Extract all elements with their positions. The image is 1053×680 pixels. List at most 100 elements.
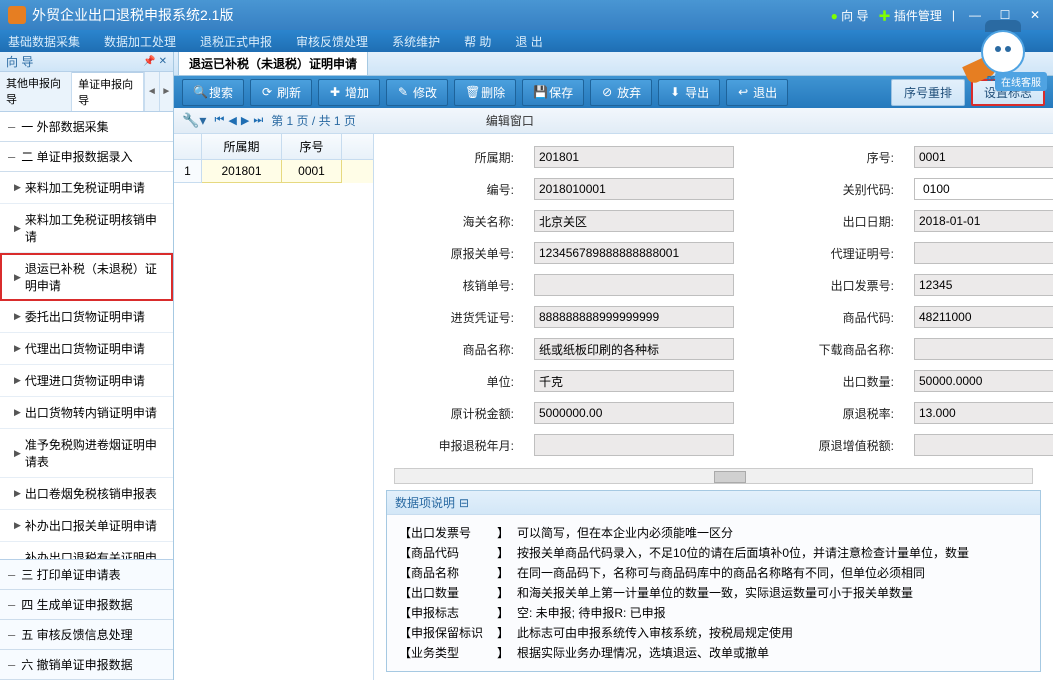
- field-sbtsym[interactable]: [534, 434, 734, 456]
- delete-button[interactable]: 🗑删除: [454, 79, 516, 106]
- lbl-ybgd: 原报关单号:: [394, 245, 514, 262]
- search-icon: 🔍: [193, 85, 205, 99]
- field-jhpz[interactable]: [534, 306, 734, 328]
- tab-other-declare[interactable]: 其他申报向导: [0, 72, 72, 111]
- lbl-goods-code: 商品代码:: [754, 309, 894, 326]
- divider: |: [952, 8, 955, 22]
- field-goods-name[interactable]: [534, 338, 734, 360]
- field-ytsl[interactable]: [914, 402, 1053, 424]
- export-icon: ⬇: [669, 85, 681, 99]
- content-tab-main[interactable]: 退运已补税（未退税）证明申请: [178, 52, 368, 75]
- field-customs-name[interactable]: [534, 210, 734, 232]
- tab-nav-left[interactable]: ◄: [144, 72, 158, 111]
- setflag-button[interactable]: 设置标志: [971, 79, 1045, 106]
- menubar: 基础数据采集 数据加工处理 退税正式申报 审核反馈处理 系统维护 帮 助 退 出: [0, 30, 1053, 52]
- field-yjsje[interactable]: [534, 402, 734, 424]
- field-export-date[interactable]: [914, 210, 1053, 232]
- nav-section-1[interactable]: —一 外部数据采集: [0, 112, 173, 142]
- nav-section-4[interactable]: —四 生成单证申报数据: [0, 590, 173, 620]
- lbl-goods-name: 商品名称:: [394, 341, 514, 358]
- field-dl-goods-name[interactable]: [914, 338, 1053, 360]
- menu-exit[interactable]: 退 出: [515, 33, 542, 50]
- menu-basic-data[interactable]: 基础数据采集: [8, 33, 80, 50]
- field-guanbie[interactable]: 0100: [914, 178, 1053, 200]
- nav-item-3[interactable]: ▶委托出口货物证明申请: [0, 301, 173, 333]
- prev-page-icon[interactable]: ◀: [226, 114, 238, 127]
- nav-item-5[interactable]: ▶代理进口货物证明申请: [0, 365, 173, 397]
- edit-button[interactable]: ✎修改: [386, 79, 448, 106]
- left-tabs: 其他申报向导 单证申报向导 ◄ ►: [0, 72, 173, 112]
- exit-button[interactable]: ↩退出: [726, 79, 788, 106]
- field-ybgd[interactable]: [534, 242, 734, 264]
- close-icon[interactable]: ✕: [1025, 7, 1045, 23]
- nav-section-3[interactable]: —三 打印单证申请表: [0, 560, 173, 590]
- grid-col-seq[interactable]: 序号: [282, 134, 342, 159]
- nav-section-5[interactable]: —五 审核反馈信息处理: [0, 620, 173, 650]
- nav-item-7[interactable]: ▶准予免税购进卷烟证明申请表: [0, 429, 173, 478]
- field-num[interactable]: [534, 178, 734, 200]
- collapse-icon[interactable]: ⊟: [459, 496, 469, 510]
- wrench-icon[interactable]: 🔧▾: [182, 112, 206, 129]
- field-goods-code[interactable]: [914, 306, 1053, 328]
- field-hexiao[interactable]: [534, 274, 734, 296]
- horizontal-scrollbar[interactable]: [394, 468, 1033, 484]
- nav-item-10[interactable]: ▶补办出口退税有关证明申请: [0, 542, 173, 559]
- menu-system[interactable]: 系统维护: [392, 33, 440, 50]
- search-button[interactable]: 🔍搜索: [182, 79, 244, 106]
- left-panel: 向 导 📌 ✕ 其他申报向导 单证申报向导 ◄ ► —一 外部数据采集 —二 单…: [0, 52, 174, 680]
- field-period[interactable]: [534, 146, 734, 168]
- reorder-button[interactable]: 序号重排: [891, 79, 965, 106]
- guide-link[interactable]: ● 向 导: [831, 7, 869, 24]
- nav-item-1[interactable]: ▶来料加工免税证明核销申请: [0, 204, 173, 253]
- field-unit[interactable]: [534, 370, 734, 392]
- nav-section-6[interactable]: —六 撤销单证申报数据: [0, 650, 173, 680]
- field-ytzzs[interactable]: [914, 434, 1053, 456]
- app-icon: [8, 6, 26, 24]
- next-page-icon[interactable]: ▶: [239, 114, 251, 127]
- content-tabs: 退运已补税（未退税）证明申请: [174, 52, 1053, 76]
- nav-bottom: —三 打印单证申请表 —四 生成单证申报数据 —五 审核反馈信息处理 —六 撤销…: [0, 559, 173, 680]
- nav-item-8[interactable]: ▶出口卷烟免税核销申报表: [0, 478, 173, 510]
- refresh-icon: ⟳: [261, 85, 273, 99]
- save-icon: 💾: [533, 85, 545, 99]
- nav-item-6[interactable]: ▶出口货物转内销证明申请: [0, 397, 173, 429]
- titlebar: 外贸企业出口退税申报系统2.1版 ● 向 导 ✚ 插件管理 | — ☐ ✕: [0, 0, 1053, 30]
- grid-col-period[interactable]: 所属期: [202, 134, 282, 159]
- nav-item-0[interactable]: ▶来料加工免税证明申请: [0, 172, 173, 204]
- nav-section-2[interactable]: —二 单证申报数据录入: [0, 142, 173, 172]
- field-export-invoice[interactable]: [914, 274, 1053, 296]
- desc-box: 数据项说明⊟ 【出口发票号】可以简写，但在本企业内必须能唯一区分 【商品代码】按…: [386, 490, 1041, 672]
- refresh-button[interactable]: ⟳刷新: [250, 79, 312, 106]
- field-proxy-cert[interactable]: [914, 242, 1053, 264]
- field-seq[interactable]: [914, 146, 1053, 168]
- nav-item-4[interactable]: ▶代理出口货物证明申请: [0, 333, 173, 365]
- pin-icon[interactable]: 📌 ✕: [143, 56, 167, 67]
- desc-body: 【出口发票号】可以简写，但在本企业内必须能唯一区分 【商品代码】按报关单商品代码…: [387, 515, 1040, 671]
- maximize-icon[interactable]: ☐: [995, 7, 1015, 23]
- menu-help[interactable]: 帮 助: [464, 33, 491, 50]
- tab-cert-declare[interactable]: 单证申报向导: [72, 72, 144, 111]
- menu-formal-declare[interactable]: 退税正式申报: [200, 33, 272, 50]
- discard-button[interactable]: ⊘放弃: [590, 79, 652, 106]
- grid-row[interactable]: 1 201801 0001: [174, 160, 373, 183]
- last-page-icon[interactable]: ⏭: [251, 114, 265, 127]
- menu-process[interactable]: 数据加工处理: [104, 33, 176, 50]
- desc-header[interactable]: 数据项说明⊟: [387, 491, 1040, 515]
- minimize-icon[interactable]: —: [965, 7, 985, 23]
- plugin-link[interactable]: ✚ 插件管理: [879, 7, 942, 24]
- export-button[interactable]: ⬇导出: [658, 79, 720, 106]
- exit-icon: ↩: [737, 85, 749, 99]
- edit-icon: ✎: [397, 85, 409, 99]
- save-button[interactable]: 💾保存: [522, 79, 584, 106]
- content-panel: 退运已补税（未退税）证明申请 🔍搜索 ⟳刷新 ✚增加 ✎修改 🗑删除 💾保存 ⊘…: [174, 52, 1053, 680]
- add-button[interactable]: ✚增加: [318, 79, 380, 106]
- delete-icon: 🗑: [465, 85, 477, 99]
- field-export-qty[interactable]: [914, 370, 1053, 392]
- edit-window-label: 编辑窗口: [486, 112, 534, 129]
- tab-nav-right[interactable]: ►: [159, 72, 173, 111]
- toolbar: 🔍搜索 ⟳刷新 ✚增加 ✎修改 🗑删除 💾保存 ⊘放弃 ⬇导出 ↩退出 序号重排…: [174, 76, 1053, 108]
- nav-item-2[interactable]: ▶退运已补税（未退税）证明申请: [0, 253, 173, 301]
- nav-item-9[interactable]: ▶补办出口报关单证明申请: [0, 510, 173, 542]
- first-page-icon[interactable]: ⏮: [212, 114, 226, 127]
- menu-audit-feedback[interactable]: 审核反馈处理: [296, 33, 368, 50]
